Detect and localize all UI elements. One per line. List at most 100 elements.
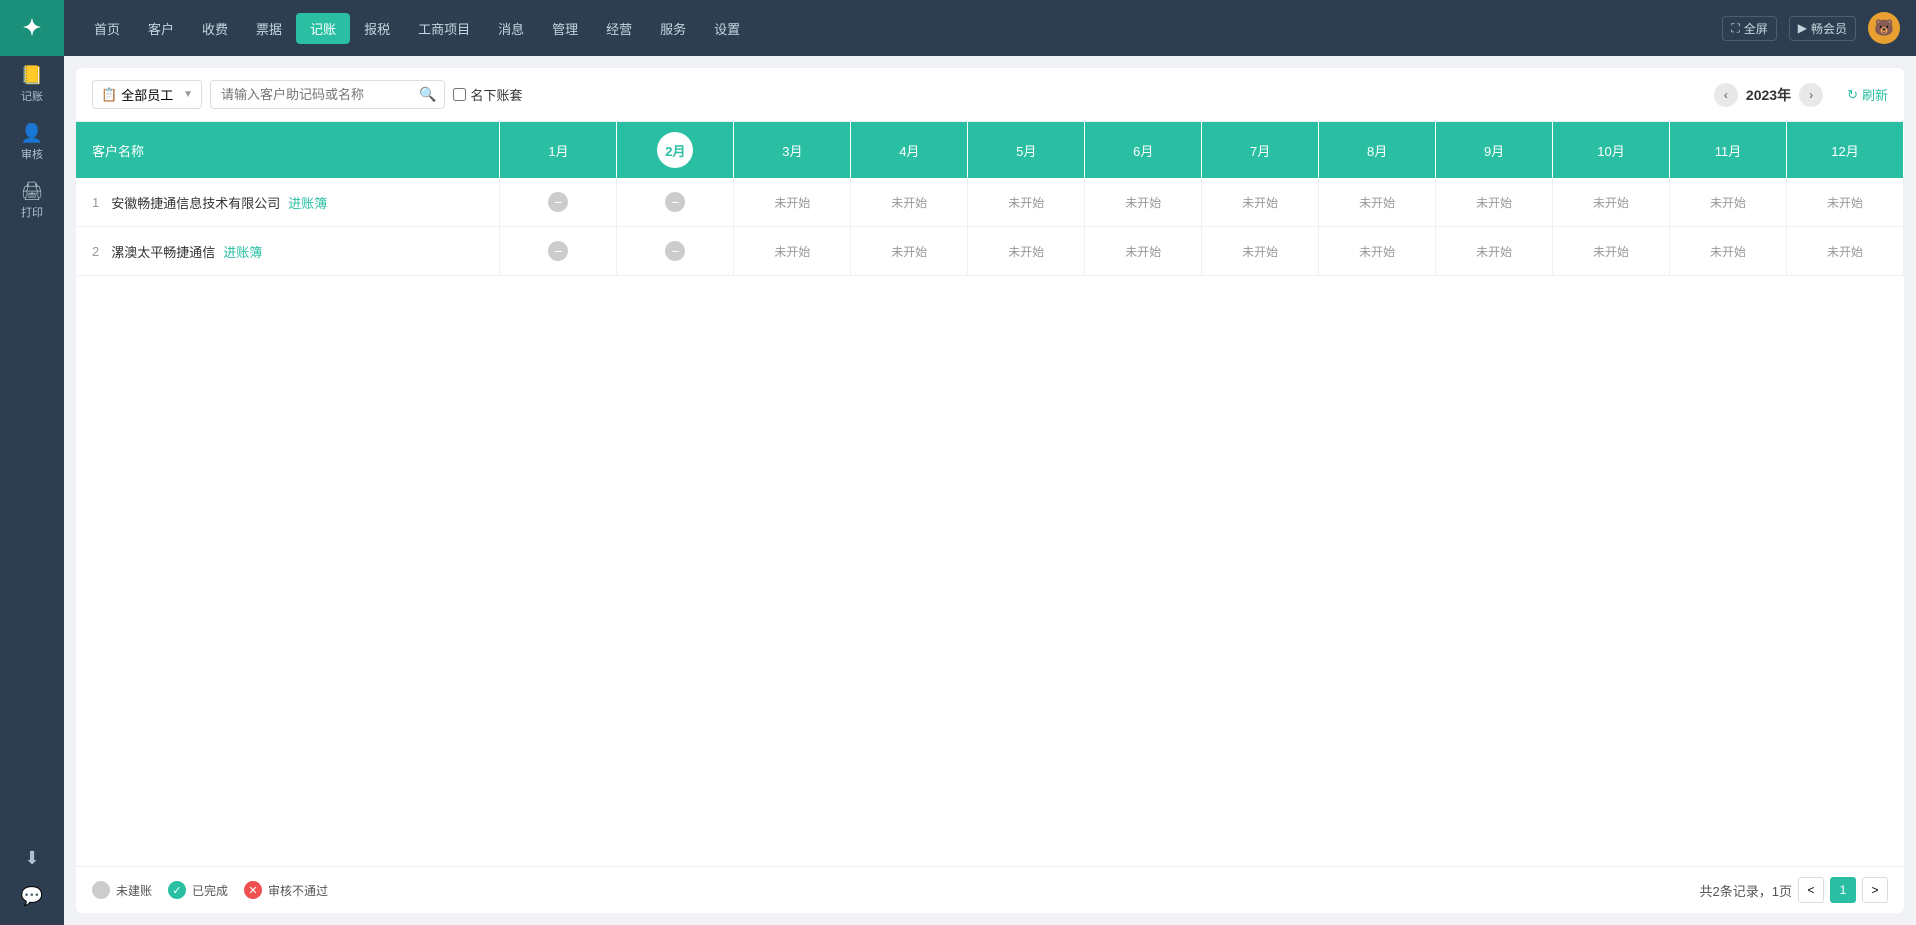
- col-header-m4: 4月: [851, 122, 968, 178]
- year-prev-button[interactable]: ‹: [1714, 83, 1738, 107]
- month-cell-12: 未开始: [1786, 178, 1903, 227]
- support-icon: 💬: [21, 887, 43, 905]
- col-header-m6: 6月: [1085, 122, 1202, 178]
- pagination-page-1[interactable]: 1: [1830, 877, 1856, 903]
- not-started-label: 未开始: [1710, 196, 1746, 210]
- nav-manage[interactable]: 管理: [538, 13, 592, 44]
- nav-settings[interactable]: 设置: [700, 13, 754, 44]
- nav-tax[interactable]: 报税: [350, 13, 404, 44]
- legend-rejected-label: 审核不通过: [268, 882, 328, 899]
- month-cell-4: 未开始: [851, 178, 968, 227]
- year-next-button[interactable]: ›: [1799, 83, 1823, 107]
- month-cell-4: 未开始: [851, 227, 968, 276]
- month-cell-5: 未开始: [968, 227, 1085, 276]
- month-cell-7: 未开始: [1202, 227, 1319, 276]
- search-input[interactable]: [211, 82, 411, 107]
- month-cell-2: −: [617, 227, 734, 276]
- refresh-icon: ↻: [1847, 87, 1858, 103]
- sidebar-item-audit[interactable]: 👤 审核: [0, 114, 64, 172]
- row-num: 1: [92, 195, 99, 210]
- sidebar-item-support[interactable]: 💬: [0, 877, 64, 915]
- topnav: 首页 客户 收费 票据 记账 报税 工商项目 消息 管理 经营 服务 设置 ⛶ …: [64, 0, 1916, 56]
- nav-message[interactable]: 消息: [484, 13, 538, 44]
- my-accounts-checkbox[interactable]: [453, 88, 466, 101]
- not-started-label: 未开始: [1476, 245, 1512, 259]
- nav-fee[interactable]: 收费: [188, 13, 242, 44]
- not-started-label: 未开始: [774, 245, 810, 259]
- legend-not-created-label: 未建账: [116, 882, 152, 899]
- avatar-icon: 🐻: [1874, 18, 1894, 38]
- nav-home[interactable]: 首页: [80, 13, 134, 44]
- status-dash-icon: −: [548, 241, 568, 261]
- avatar[interactable]: 🐻: [1868, 12, 1900, 44]
- not-started-label: 未开始: [1008, 196, 1044, 210]
- not-started-label: 未开始: [1242, 245, 1278, 259]
- enter-ledger-link[interactable]: 进账簿: [288, 193, 327, 212]
- pagination-next[interactable]: >: [1862, 877, 1888, 903]
- not-started-label: 未开始: [891, 245, 927, 259]
- chevron-down-icon: ▼: [183, 89, 193, 100]
- sidebar-item-bookkeeping[interactable]: 📒 记账: [0, 56, 64, 114]
- not-started-label: 未开始: [1827, 196, 1863, 210]
- month-cell-11: 未开始: [1670, 227, 1787, 276]
- nav-invoice[interactable]: 票据: [242, 13, 296, 44]
- month-cell-5: 未开始: [968, 178, 1085, 227]
- sidebar-item-print[interactable]: 🖨 打印: [0, 172, 64, 230]
- month-cell-9: 未开始: [1436, 178, 1553, 227]
- checkbox-my-accounts[interactable]: 名下账套: [453, 85, 522, 104]
- sidebar-item-bookkeeping-label: 记账: [21, 88, 43, 104]
- col-header-m12: 12月: [1786, 122, 1903, 178]
- audit-icon: 👤: [21, 124, 43, 142]
- sidebar: ✦ 📒 记账 👤 审核 🖨 打印 ⬇ 💬: [0, 0, 64, 925]
- col-header-m1: 1月: [500, 122, 617, 178]
- nav-operation[interactable]: 经营: [592, 13, 646, 44]
- logo-icon: ✦: [23, 15, 41, 41]
- col-header-client: 客户名称: [76, 122, 500, 178]
- total-records-text: 共2条记录，1页: [1700, 881, 1792, 900]
- refresh-label: 刷新: [1862, 85, 1888, 104]
- topnav-right: ⛶ 全屏 ▶ 畅会员 🐻: [1722, 12, 1900, 44]
- client-name: 安徽畅捷通信息技术有限公司: [111, 193, 280, 212]
- not-started-label: 未开始: [1593, 245, 1629, 259]
- member-button[interactable]: ▶ 畅会员: [1789, 16, 1856, 41]
- not-started-label: 未开始: [1359, 196, 1395, 210]
- month-cell-6: 未开始: [1085, 178, 1202, 227]
- fullscreen-label: 全屏: [1744, 20, 1768, 37]
- main-area: 首页 客户 收费 票据 记账 报税 工商项目 消息 管理 经营 服务 设置 ⛶ …: [64, 0, 1916, 925]
- not-started-label: 未开始: [1593, 196, 1629, 210]
- pagination: 共2条记录，1页 < 1 >: [1700, 877, 1888, 903]
- legend-gray-dot: [92, 881, 110, 899]
- col-header-m10: 10月: [1553, 122, 1670, 178]
- fullscreen-button[interactable]: ⛶ 全屏: [1722, 16, 1776, 41]
- month-cell-10: 未开始: [1553, 227, 1670, 276]
- employee-dropdown[interactable]: 📋 全部员工 ▼: [92, 80, 202, 109]
- not-started-label: 未开始: [1359, 245, 1395, 259]
- month-cell-12: 未开始: [1786, 227, 1903, 276]
- enter-ledger-link[interactable]: 进账簿: [223, 242, 262, 261]
- not-started-label: 未开始: [1710, 245, 1746, 259]
- sidebar-item-download[interactable]: ⬇: [0, 839, 64, 877]
- pagination-prev[interactable]: <: [1798, 877, 1824, 903]
- legend-not-created: 未建账: [92, 881, 152, 899]
- main-table: 客户名称 1月 2月 3月 4月: [76, 122, 1904, 276]
- month-cell-1: −: [500, 178, 617, 227]
- member-label: 畅会员: [1811, 20, 1847, 37]
- table-footer: 未建账 ✓ 已完成 ✕ 审核不通过 共2条记录，1页 < 1 >: [76, 866, 1904, 913]
- client-name-cell: 2漯澳太平畅捷通信进账簿: [76, 227, 500, 276]
- month-cell-11: 未开始: [1670, 178, 1787, 227]
- main-card: 📋 全部员工 ▼ 🔍 名下账套 ‹ 2023年 ›: [76, 68, 1904, 913]
- nav-business[interactable]: 工商项目: [404, 13, 484, 44]
- refresh-button[interactable]: ↻ 刷新: [1847, 85, 1888, 104]
- fullscreen-icon: ⛶: [1731, 21, 1739, 36]
- bookkeeping-icon: 📒: [21, 66, 43, 84]
- sidebar-item-print-label: 打印: [21, 204, 43, 220]
- nav-bookkeeping[interactable]: 记账: [296, 13, 350, 44]
- status-dash-icon: −: [665, 192, 685, 212]
- nav-customer[interactable]: 客户: [134, 13, 188, 44]
- sidebar-bottom: ⬇ 💬: [0, 839, 64, 925]
- member-icon: ▶: [1798, 21, 1807, 35]
- search-button[interactable]: 🔍: [411, 81, 444, 108]
- client-name: 漯澳太平畅捷通信: [111, 242, 215, 261]
- col-header-m7: 7月: [1202, 122, 1319, 178]
- nav-service[interactable]: 服务: [646, 13, 700, 44]
